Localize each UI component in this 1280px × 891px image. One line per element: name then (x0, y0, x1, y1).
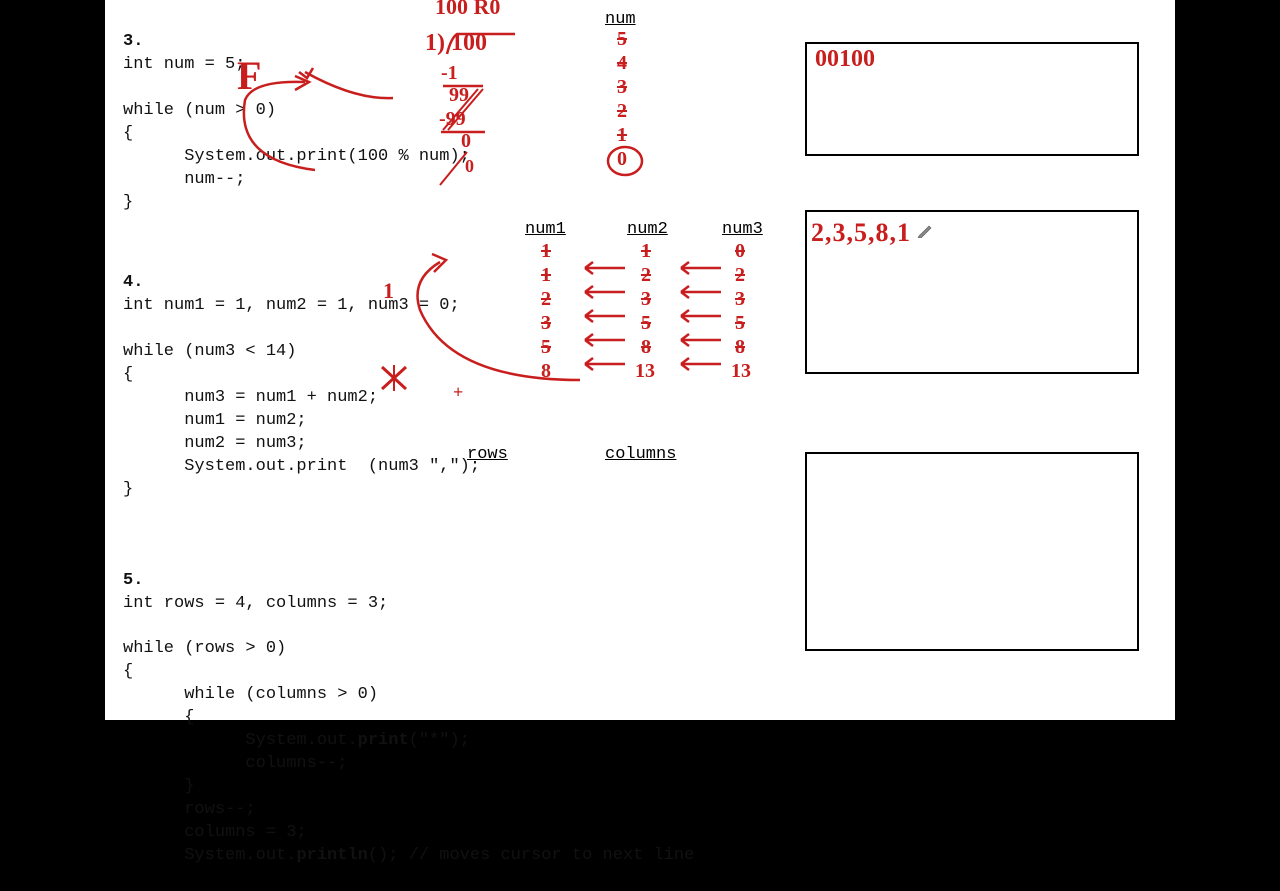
p4-num2-header: num2 (627, 220, 668, 239)
p4-n3-5: 13 (731, 360, 751, 383)
p3-l4: System.out.print(100 % num); (123, 147, 470, 166)
p4-n3-3: 5 (735, 312, 745, 335)
p4-l7b: (num3 (368, 457, 419, 476)
p4-n1-4: 5 (541, 336, 551, 359)
p4-l8: } (123, 480, 133, 499)
p5-rows-header: rows (467, 445, 508, 464)
p5-number: 5. (123, 571, 143, 590)
p5-l10: columns = 3; (123, 823, 307, 842)
p4-num1-header: num1 (525, 220, 566, 239)
p4-l2: while (num3 < 14) (123, 342, 296, 361)
p4-n3-2: 3 (735, 288, 745, 311)
p5-l6c: ("*"); (409, 731, 470, 750)
annot-100-r0: 100 R0 (435, 0, 500, 20)
p4-number: 4. (123, 273, 143, 292)
document-page: 3. int num = 5; while (num > 0) { System… (105, 0, 1175, 720)
annot-plus: + (453, 382, 463, 403)
p3-num-header: num (605, 10, 636, 29)
p3-l2: while (num > 0) (123, 101, 276, 120)
p4-n1-3: 3 (541, 312, 551, 335)
p3-l5: num--; (123, 170, 245, 189)
p4-n1-0: 1 (541, 240, 551, 263)
p5-l1: int rows = 4, columns = 3; (123, 594, 388, 613)
p3-trace-0: 0 (617, 148, 627, 171)
annot-zero-extra: 0 (465, 156, 474, 177)
p5-l6a: System.out. (123, 731, 358, 750)
p3-trace-5: 5 (617, 28, 627, 51)
p4-n2-2: 3 (641, 288, 651, 311)
p4-l5: num1 = num2; (123, 411, 307, 430)
p4-n2-3: 5 (641, 312, 651, 335)
p4-l3: { (123, 365, 133, 384)
annot-calc1: 99 (449, 84, 469, 107)
p3-l3: { (123, 124, 133, 143)
pencil-cursor-icon (917, 222, 931, 236)
p4-n2-0: 1 (641, 240, 651, 263)
p4-n1-1: 1 (541, 264, 551, 287)
p5-l5: { (123, 708, 194, 727)
p4-output: 2,3,5,8,1 (811, 218, 911, 248)
p4-n2-5: 13 (635, 360, 655, 383)
p5-l6b: print (358, 731, 409, 750)
p4-n2-4: 8 (641, 336, 651, 359)
p5-l3: { (123, 662, 133, 681)
annot-div: 1) 100 (425, 30, 487, 57)
p4-n3-0: 0 (735, 240, 745, 263)
annot-calc0: -1 (441, 62, 458, 85)
p5-l11c: (); // moves cursor to next line (368, 846, 694, 865)
p3-trace-3: 3 (617, 76, 627, 99)
p4-l4: num3 = num1 + num2; (123, 388, 378, 407)
output-box-5 (805, 452, 1139, 651)
annot-calc3: 0 (461, 130, 471, 153)
p3-trace-4: 4 (617, 52, 627, 75)
annot-F: F (237, 52, 261, 99)
p5-l9: rows--; (123, 800, 256, 819)
p5-columns-header: columns (605, 445, 676, 464)
p3-output: 00100 (815, 46, 875, 73)
p3-l1: int num = 5; (123, 55, 245, 74)
p4-n1-5: 8 (541, 360, 551, 383)
p3-trace-1: 1 (617, 124, 627, 147)
p4-n3-4: 8 (735, 336, 745, 359)
p4-n2-1: 2 (641, 264, 651, 287)
annot-one: 1 (383, 278, 394, 304)
p5-l11a: System.out. (123, 846, 296, 865)
p4-l1: int num1 = 1, num2 = 1, num3 = 0; (123, 296, 460, 315)
p3-l6: } (123, 193, 133, 212)
p5-l4: while (columns > 0) (123, 685, 378, 704)
p5-l8: } (123, 777, 194, 796)
p4-l7a: System.out.print (123, 457, 347, 476)
p4-n3-1: 2 (735, 264, 745, 287)
p4-num3-header: num3 (722, 220, 763, 239)
p4-n1-2: 2 (541, 288, 551, 311)
p3-trace-2: 2 (617, 100, 627, 123)
p5-l11b: println (296, 846, 367, 865)
p5-l2: while (rows > 0) (123, 639, 286, 658)
p5-l7: columns--; (123, 754, 347, 773)
p3-number: 3. (123, 32, 143, 51)
annot-calc2: -99 (439, 108, 466, 131)
p4-l6: num2 = num3; (123, 434, 307, 453)
